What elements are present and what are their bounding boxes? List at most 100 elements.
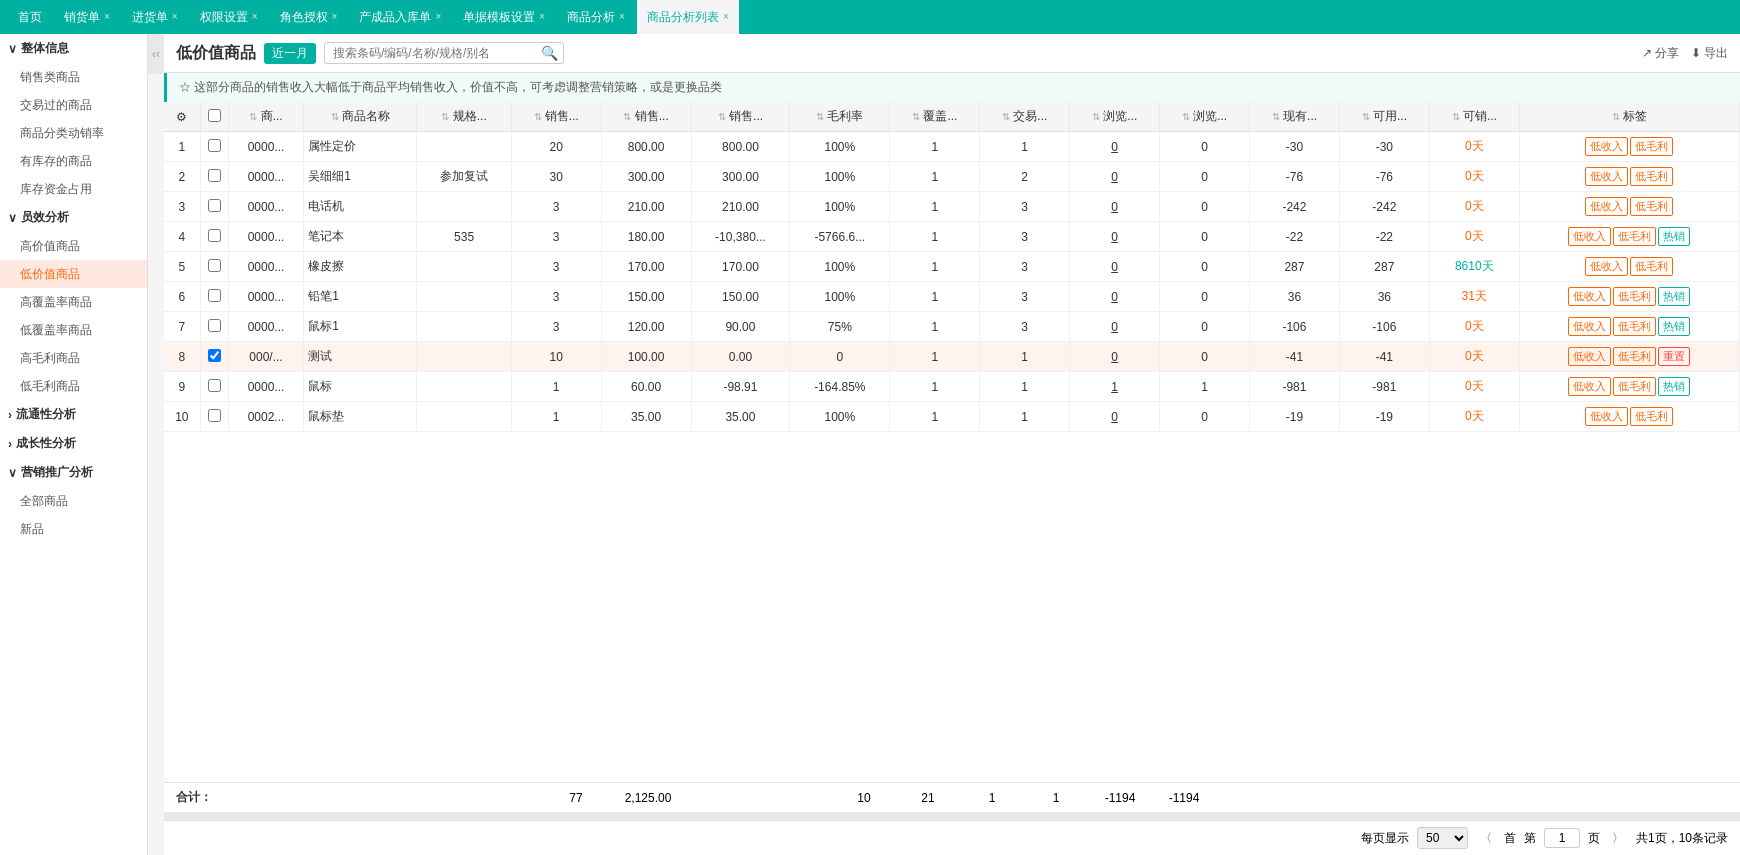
nav-tab-sales[interactable]: 销货单 × [54,0,120,34]
row-checkbox[interactable] [208,199,221,212]
sidebar-item-high-margin[interactable]: 高毛利商品 [0,344,147,372]
sidebar-collapse-button[interactable]: ‹‹ [148,34,164,74]
close-icon[interactable]: × [172,0,178,34]
row-checkbox-cell[interactable] [200,372,228,402]
nav-tab-product-warehouse[interactable]: 产成品入库单 × [349,0,451,34]
nav-tab-role[interactable]: 角色授权 × [270,0,348,34]
view1-link[interactable]: 0 [1111,410,1118,424]
sidebar-item-low-margin[interactable]: 低毛利商品 [0,372,147,400]
sidebar-item-traded-goods[interactable]: 交易过的商品 [0,91,147,119]
col-available[interactable]: ⇅ 可用... [1339,102,1429,132]
row-checkbox[interactable] [208,319,221,332]
view1-link[interactable]: 0 [1111,260,1118,274]
row-checkbox[interactable] [208,349,221,362]
close-icon[interactable]: × [539,0,545,34]
sidebar-item-low-value[interactable]: 低价值商品 [0,260,147,288]
col-coverage[interactable]: ⇅ 覆盖... [890,102,980,132]
view1-link[interactable]: 0 [1111,140,1118,154]
page-size-select[interactable]: 50 100 200 [1417,827,1468,849]
col-sale-profit[interactable]: ⇅ 销售... [691,102,790,132]
sidebar-group-circulation[interactable]: › 流通性分析 [0,400,147,429]
col-spec[interactable]: ⇅ 规格... [417,102,511,132]
view1-link[interactable]: 1 [1111,380,1118,394]
col-code[interactable]: ⇅ 商... [228,102,304,132]
close-icon[interactable]: × [619,0,625,34]
col-view2[interactable]: ⇅ 浏览... [1160,102,1250,132]
horizontal-scrollbar[interactable] [164,812,1740,820]
row-checkbox[interactable] [208,289,221,302]
nav-tab-template[interactable]: 单据模板设置 × [453,0,555,34]
next-page-button[interactable]: 〉 [1608,828,1628,849]
sidebar-item-new-goods[interactable]: 新品 [0,515,147,543]
export-button[interactable]: ⬇ 导出 [1691,45,1728,62]
col-tags[interactable]: ⇅ 标签 [1519,102,1739,132]
sidebar-group-overview[interactable]: ∨ 整体信息 [0,34,147,63]
row-view1[interactable]: 0 [1070,192,1160,222]
row-checkbox[interactable] [208,139,221,152]
row-view1[interactable]: 1 [1070,372,1160,402]
sidebar-item-category-sales[interactable]: 商品分类动销率 [0,119,147,147]
row-checkbox[interactable] [208,379,221,392]
close-icon[interactable]: × [252,0,258,34]
sidebar-item-sales-goods[interactable]: 销售类商品 [0,63,147,91]
row-checkbox-cell[interactable] [200,312,228,342]
row-checkbox-cell[interactable] [200,162,228,192]
sidebar-item-all-goods[interactable]: 全部商品 [0,487,147,515]
close-icon[interactable]: × [723,0,729,34]
col-view1[interactable]: ⇅ 浏览... [1070,102,1160,132]
sidebar-item-high-coverage[interactable]: 高覆盖率商品 [0,288,147,316]
row-view1[interactable]: 0 [1070,132,1160,162]
share-button[interactable]: ↗ 分享 [1642,45,1679,62]
row-checkbox-cell[interactable] [200,282,228,312]
row-checkbox-cell[interactable] [200,192,228,222]
nav-tab-home[interactable]: 首页 [8,0,52,34]
col-sale-amount[interactable]: ⇅ 销售... [601,102,691,132]
close-icon[interactable]: × [435,0,441,34]
nav-tab-product-analysis[interactable]: 商品分析 × [557,0,635,34]
row-view1[interactable]: 0 [1070,312,1160,342]
sidebar-item-inventory-fund[interactable]: 库存资金占用 [0,175,147,203]
row-checkbox-cell[interactable] [200,222,228,252]
search-icon[interactable]: 🔍 [541,45,558,61]
view1-link[interactable]: 0 [1111,350,1118,364]
search-input[interactable] [324,42,564,64]
period-tag[interactable]: 近一月 [264,43,316,64]
col-sale-qty[interactable]: ⇅ 销售... [511,102,601,132]
row-view1[interactable]: 0 [1070,402,1160,432]
row-checkbox[interactable] [208,169,221,182]
sidebar-item-high-value[interactable]: 高价值商品 [0,232,147,260]
view1-link[interactable]: 0 [1111,290,1118,304]
col-gross-rate[interactable]: ⇅ 毛利率 [790,102,890,132]
row-view1[interactable]: 0 [1070,282,1160,312]
row-checkbox[interactable] [208,259,221,272]
row-view1[interactable]: 0 [1070,162,1160,192]
select-all-checkbox[interactable] [208,109,221,122]
col-trade[interactable]: ⇅ 交易... [980,102,1070,132]
sidebar-item-low-coverage[interactable]: 低覆盖率商品 [0,316,147,344]
nav-tab-permission[interactable]: 权限设置 × [190,0,268,34]
row-view1[interactable]: 0 [1070,222,1160,252]
col-name[interactable]: ⇅ 商品名称 [304,102,417,132]
view1-link[interactable]: 0 [1111,170,1118,184]
col-saleable[interactable]: ⇅ 可销... [1429,102,1519,132]
sidebar-item-stocked-goods[interactable]: 有库存的商品 [0,147,147,175]
sidebar-group-growth[interactable]: › 成长性分析 [0,429,147,458]
row-checkbox[interactable] [208,409,221,422]
nav-tab-purchase[interactable]: 进货单 × [122,0,188,34]
page-input[interactable] [1544,828,1580,848]
view1-link[interactable]: 0 [1111,320,1118,334]
row-checkbox-cell[interactable] [200,252,228,282]
row-checkbox[interactable] [208,229,221,242]
row-view1[interactable]: 0 [1070,252,1160,282]
close-icon[interactable]: × [332,0,338,34]
col-current[interactable]: ⇅ 现有... [1249,102,1339,132]
sidebar-group-employee[interactable]: ∨ 员效分析 [0,203,147,232]
view1-link[interactable]: 0 [1111,230,1118,244]
settings-column-header[interactable]: ⚙ [164,102,200,132]
close-icon[interactable]: × [104,0,110,34]
view1-link[interactable]: 0 [1111,200,1118,214]
row-checkbox-cell[interactable] [200,402,228,432]
row-checkbox-cell[interactable] [200,342,228,372]
nav-tab-product-list[interactable]: 商品分析列表 × [637,0,739,34]
select-all-column[interactable] [200,102,228,132]
